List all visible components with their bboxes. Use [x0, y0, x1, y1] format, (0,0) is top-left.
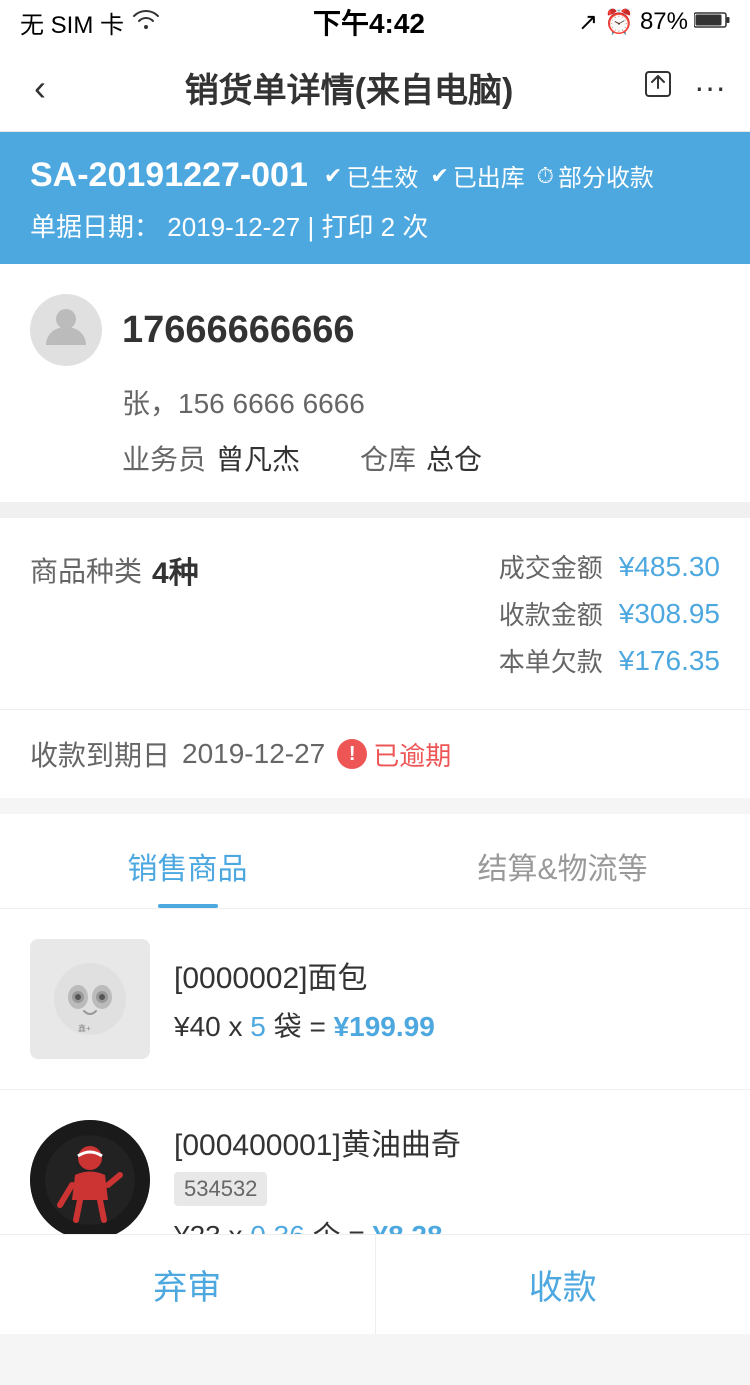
- status-time: 下午4:42: [313, 2, 425, 42]
- product-info: [0000002]面包 ¥40 x 5 袋 = ¥199.99: [174, 939, 720, 1059]
- share-icon[interactable]: [642, 68, 674, 108]
- overdue-icon: !: [337, 739, 367, 769]
- status-bar: 无 SIM 卡 下午4:42 ↗ ⏰ 87%: [0, 0, 750, 44]
- carrier-text: 无 SIM 卡: [20, 5, 124, 40]
- user-icon: [42, 301, 90, 360]
- tab-sales-products[interactable]: 销售商品: [0, 814, 375, 908]
- customer-section: 17666666666 张，156 6666 6666 业务员 曾凡杰 仓库 总…: [0, 264, 750, 502]
- clock-icon: ⏱: [537, 163, 554, 189]
- badge-partial: ⏱ 部分收款: [537, 158, 654, 193]
- battery-text: 87%: [640, 8, 688, 36]
- more-icon[interactable]: ···: [694, 69, 726, 106]
- checkmark2-icon: ✔: [430, 163, 448, 189]
- due-label: 收款到期日: [30, 734, 170, 774]
- status-right: ↗ ⏰ 87%: [578, 8, 730, 37]
- product-thumbnail: 鑫+: [30, 939, 150, 1059]
- svg-text:鑫+: 鑫+: [78, 1023, 91, 1033]
- debt-line: 本单欠款 ¥176.35: [499, 642, 720, 679]
- overdue-text: 已逾期: [373, 736, 451, 773]
- divider1: [0, 502, 750, 518]
- order-id: SA-20191227-001: [30, 156, 308, 195]
- due-date-row: 收款到期日 2019-12-27 ! 已逾期: [30, 734, 720, 774]
- product-type-count: 商品种类 4种: [30, 548, 199, 592]
- wifi-icon: [132, 8, 160, 36]
- customer-top: 17666666666: [30, 294, 720, 366]
- avatar: [30, 294, 102, 366]
- tabs-section: 销售商品 结算&物流等: [0, 814, 750, 909]
- badge-shipped: ✔ 已出库: [430, 158, 524, 193]
- warehouse: 仓库 总仓: [360, 438, 482, 478]
- battery-icon: [694, 8, 730, 36]
- financial-stats: 成交金额 ¥485.30 收款金额 ¥308.95 本单欠款 ¥176.35: [499, 548, 720, 679]
- stats-row: 商品种类 4种 成交金额 ¥485.30 收款金额 ¥308.95 本单欠款 ¥…: [30, 548, 720, 679]
- tabs-row: 销售商品 结算&物流等: [0, 814, 750, 908]
- products-section: 鑫+ [0000002]面包 ¥40 x 5 袋 = ¥199.99: [0, 909, 750, 1285]
- stats-section: 商品种类 4种 成交金额 ¥485.30 收款金额 ¥308.95 本单欠款 ¥…: [0, 518, 750, 709]
- product-price-row: ¥40 x 5 袋 = ¥199.99: [174, 1005, 720, 1045]
- amount-line: 成交金额 ¥485.30: [499, 548, 720, 585]
- order-header-top: SA-20191227-001 ✔ 已生效 ✔ 已出库 ⏱ 部分收款: [30, 156, 720, 195]
- order-date-row: 单据日期： 2019-12-27 | 打印 2 次: [30, 207, 720, 244]
- order-header: SA-20191227-001 ✔ 已生效 ✔ 已出库 ⏱ 部分收款 单据日期：…: [0, 132, 750, 264]
- cancel-audit-button[interactable]: 弃审: [0, 1235, 376, 1334]
- page-title: 销货单详情(来自电脑): [185, 63, 514, 112]
- customer-contact: 张，156 6666 6666: [30, 382, 720, 422]
- product-name: [000400001]黄油曲奇: [174, 1120, 720, 1164]
- overdue-badge: ! 已逾期: [337, 736, 451, 773]
- status-badges: ✔ 已生效 ✔ 已出库 ⏱ 部分收款: [324, 158, 654, 193]
- product-thumbnail: [30, 1120, 150, 1240]
- location-icon: ↗: [578, 8, 598, 37]
- due-date-section: 收款到期日 2019-12-27 ! 已逾期: [0, 709, 750, 798]
- product-item: 鑫+ [0000002]面包 ¥40 x 5 袋 = ¥199.99: [0, 909, 750, 1090]
- bottom-action-bar: 弃审 收款: [0, 1234, 750, 1334]
- product-sku: 534532: [174, 1172, 267, 1206]
- tab-settlement[interactable]: 结算&物流等: [375, 814, 750, 908]
- product-name: [0000002]面包: [174, 953, 720, 997]
- collect-payment-button[interactable]: 收款: [376, 1235, 750, 1334]
- received-line: 收款金额 ¥308.95: [499, 595, 720, 632]
- alarm-icon: ⏰: [604, 8, 634, 37]
- checkmark-icon: ✔: [324, 163, 342, 189]
- badge-effective: ✔ 已生效: [324, 158, 418, 193]
- status-left: 无 SIM 卡: [20, 5, 160, 40]
- customer-meta: 业务员 曾凡杰 仓库 总仓: [30, 438, 720, 478]
- customer-account-id: 17666666666: [122, 309, 354, 352]
- due-date-value: 2019-12-27: [182, 738, 325, 770]
- back-button[interactable]: ‹: [24, 57, 56, 119]
- sales-person: 业务员 曾凡杰: [122, 438, 300, 478]
- nav-actions: ···: [642, 68, 726, 108]
- nav-bar: ‹ 销货单详情(来自电脑) ···: [0, 44, 750, 132]
